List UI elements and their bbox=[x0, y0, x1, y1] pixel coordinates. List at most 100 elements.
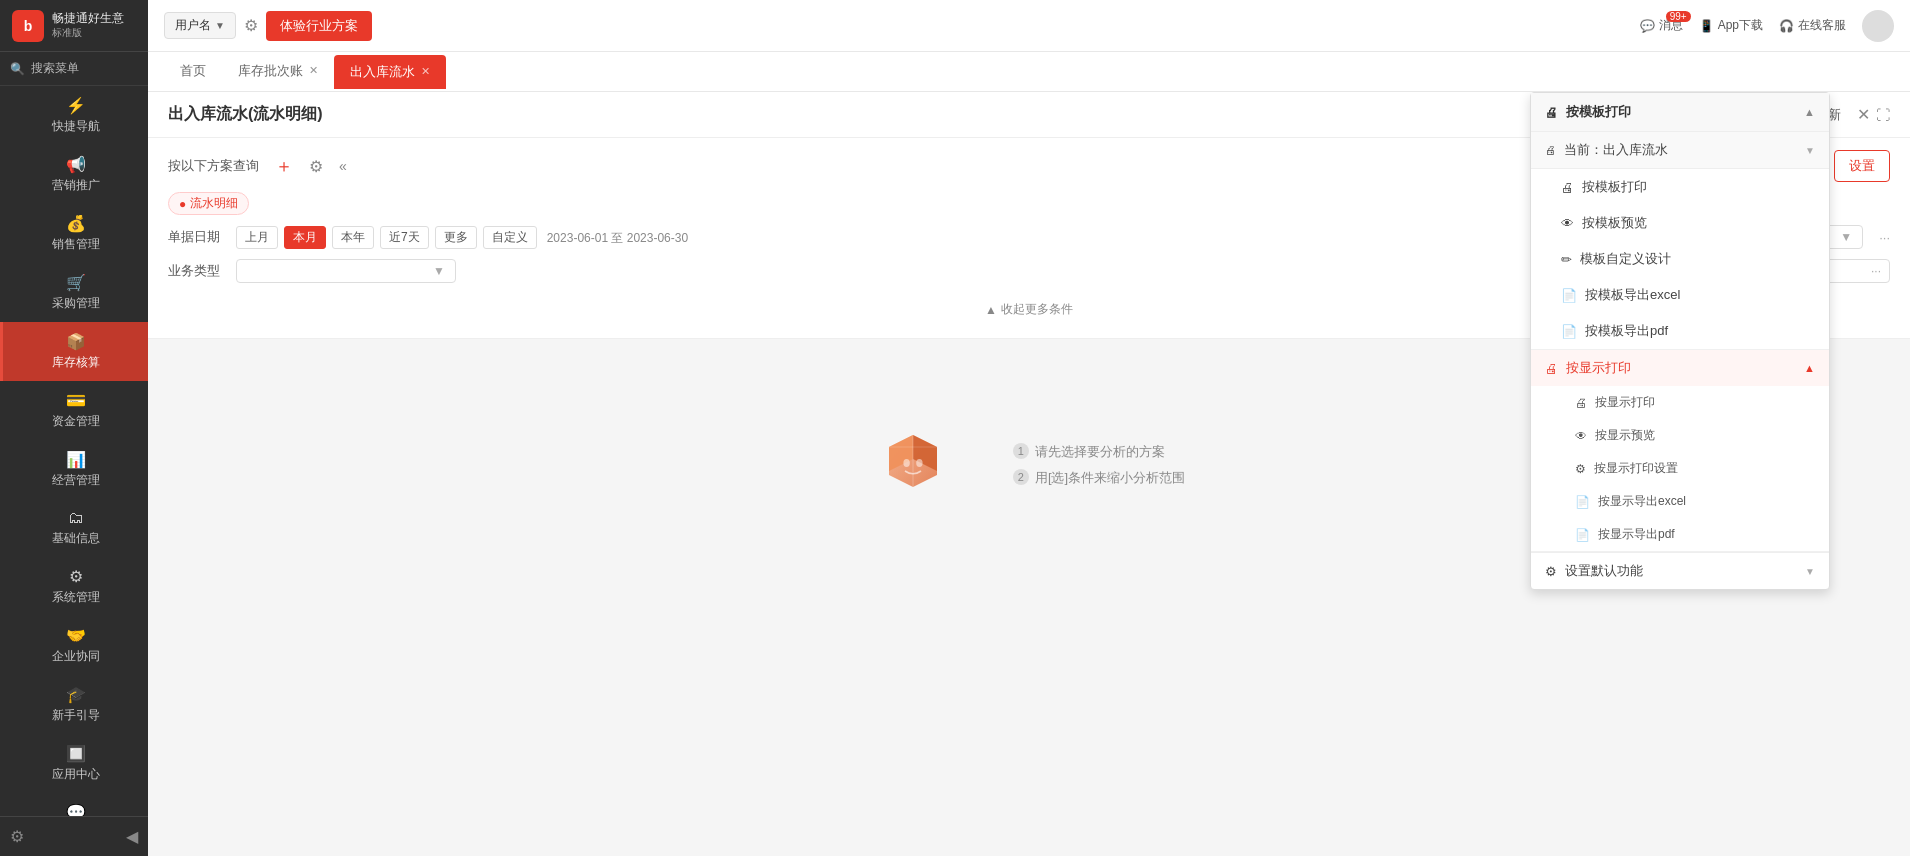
search-scheme-label: 按以下方案查询 bbox=[168, 157, 259, 175]
pdf-icon: 📄 bbox=[1561, 324, 1577, 339]
sidebar-item-system[interactable]: ⚙ 系统管理 bbox=[0, 557, 148, 616]
sidebar-item-marketing[interactable]: 📢 营销推广 bbox=[0, 145, 148, 204]
sidebar-search-area[interactable]: 🔍 搜索菜单 bbox=[0, 52, 148, 86]
template-pdf-item[interactable]: 📄 按模板导出pdf bbox=[1531, 313, 1829, 349]
display-preview-icon: 👁 bbox=[1575, 429, 1587, 443]
app-download-btn[interactable]: 📱 App下载 bbox=[1699, 17, 1763, 34]
current-template-item[interactable]: 🖨 当前：出入库流水 ▼ bbox=[1531, 132, 1829, 169]
page-title: 出入库流水(流水明细) bbox=[168, 104, 323, 125]
sidebar-item-label: 基础信息 bbox=[52, 530, 100, 547]
tip-num-2: 2 bbox=[1013, 469, 1029, 485]
sidebar-item-label: 营销推广 bbox=[52, 177, 100, 194]
filter-settings-icon[interactable]: ⚙ bbox=[309, 157, 323, 176]
filter-collapse-icon[interactable]: « bbox=[339, 158, 347, 174]
main-area: 用户名 ▼ ⚙ 体验行业方案 💬 消息 99+ 📱 App下载 🎧 在线客服 bbox=[148, 0, 1910, 856]
sidebar-item-inventory[interactable]: 📦 库存核算 bbox=[0, 322, 148, 381]
system-icon: ⚙ bbox=[69, 567, 83, 586]
sidebar-navigation: ⚡ 快捷导航 📢 营销推广 💰 销售管理 🛒 采购管理 📦 库存核算 💳 资金管… bbox=[0, 86, 148, 816]
sidebar-item-basic[interactable]: 🗂 基础信息 bbox=[0, 499, 148, 557]
tab-flow[interactable]: 出入库流水 ✕ bbox=[334, 55, 446, 89]
warehouse-more-icon[interactable]: ··· bbox=[1871, 264, 1881, 278]
date-btn-custom[interactable]: 自定义 bbox=[483, 226, 537, 249]
display-settings-item[interactable]: ⚙ 按显示打印设置 bbox=[1531, 452, 1829, 485]
tab-flow-close-icon[interactable]: ✕ bbox=[421, 65, 430, 78]
settings-default-icon: ⚙ bbox=[1545, 564, 1557, 579]
display-pdf-icon: 📄 bbox=[1575, 528, 1590, 542]
template-preview-label: 按模板预览 bbox=[1582, 214, 1647, 232]
display-print-item[interactable]: 🖨 按显示打印 bbox=[1531, 386, 1829, 419]
quick-nav-icon: ⚡ bbox=[66, 96, 86, 115]
sidebar-item-apps[interactable]: 🔲 应用中心 bbox=[0, 734, 148, 793]
display-preview-item[interactable]: 👁 按显示预览 bbox=[1531, 419, 1829, 452]
tag-circle-icon: ● bbox=[179, 197, 186, 211]
tab-home-label: 首页 bbox=[180, 62, 206, 80]
sidebar-item-operations[interactable]: 📊 经营管理 bbox=[0, 440, 148, 499]
date-btn-current-year[interactable]: 本年 bbox=[332, 226, 374, 249]
headset-icon: 🎧 bbox=[1779, 19, 1794, 33]
settings-gear-icon[interactable]: ⚙ bbox=[244, 16, 258, 35]
sidebar-item-collab[interactable]: 🤝 企业协同 bbox=[0, 616, 148, 675]
tab-home[interactable]: 首页 bbox=[164, 54, 222, 90]
sales-icon: 💰 bbox=[66, 214, 86, 233]
type-more-icon[interactable]: ··· bbox=[1879, 230, 1890, 245]
preview-icon: 👁 bbox=[1561, 216, 1574, 231]
messages-btn[interactable]: 💬 消息 99+ bbox=[1640, 17, 1683, 34]
date-btn-last-month[interactable]: 上月 bbox=[236, 226, 278, 249]
logo-icon: b bbox=[12, 10, 44, 42]
logo-area: b 畅捷通好生意 标准版 bbox=[0, 0, 148, 52]
date-btn-current-month[interactable]: 本月 bbox=[284, 226, 326, 249]
display-print-label: 按显示打印 bbox=[1595, 394, 1655, 411]
add-filter-icon[interactable]: ＋ bbox=[275, 154, 293, 178]
footer-collapse-icon[interactable]: ◀ bbox=[126, 827, 138, 846]
message-icon: 💬 bbox=[1640, 19, 1655, 33]
panel-close-btn[interactable]: ✕ bbox=[1857, 105, 1870, 124]
online-service-btn[interactable]: 🎧 在线客服 bbox=[1779, 17, 1846, 34]
dropdown-toggle-icon[interactable]: ▲ bbox=[1804, 106, 1815, 118]
user-avatar[interactable] bbox=[1862, 10, 1894, 42]
date-btn-more[interactable]: 更多 bbox=[435, 226, 477, 249]
dropdown-footer[interactable]: ⚙ 设置默认功能 ▼ bbox=[1531, 552, 1829, 589]
printer-icon: 🖨 bbox=[1561, 180, 1574, 195]
display-settings-icon: ⚙ bbox=[1575, 462, 1586, 476]
business-type-select[interactable]: ▼ bbox=[236, 259, 456, 283]
tab-flow-label: 出入库流水 bbox=[350, 63, 415, 81]
display-section-header[interactable]: 🖨 按显示打印 ▲ bbox=[1531, 350, 1829, 386]
sidebar-item-label: 资金管理 bbox=[52, 413, 100, 430]
filter-tag[interactable]: ● 流水明细 bbox=[168, 192, 249, 215]
sidebar-item-purchase[interactable]: 🛒 采购管理 bbox=[0, 263, 148, 322]
sidebar-item-quick-nav[interactable]: ⚡ 快捷导航 bbox=[0, 86, 148, 145]
marketing-icon: 📢 bbox=[66, 155, 86, 174]
tab-batch-label: 库存批次账 bbox=[238, 62, 303, 80]
date-btn-7days[interactable]: 近7天 bbox=[380, 226, 429, 249]
panel-expand-btn[interactable]: ⛶ bbox=[1876, 107, 1890, 123]
search-menu-btn[interactable]: 🔍 搜索菜单 bbox=[10, 60, 138, 77]
display-pdf-item[interactable]: 📄 按显示导出pdf bbox=[1531, 518, 1829, 551]
collapse-btn[interactable]: ▲ 收起更多条件 bbox=[985, 301, 1073, 318]
app-download-label: App下载 bbox=[1718, 17, 1763, 34]
sidebar-item-guide[interactable]: 🎓 新手引导 bbox=[0, 675, 148, 734]
template-custom-item[interactable]: ✏ 模板自定义设计 bbox=[1531, 241, 1829, 277]
user-selector[interactable]: 用户名 ▼ bbox=[164, 12, 236, 39]
wechat-icon: 💬 bbox=[66, 803, 86, 816]
setting-btn[interactable]: 设置 bbox=[1834, 150, 1890, 182]
apps-icon: 🔲 bbox=[66, 744, 86, 763]
footer-settings-icon[interactable]: ⚙ bbox=[10, 827, 24, 846]
template-print-item[interactable]: 🖨 按模板打印 bbox=[1531, 169, 1829, 205]
sidebar-item-wechat[interactable]: 💬 企业微信 bbox=[0, 793, 148, 816]
print-dropdown-panel: 🖨 按模板打印 ▲ 🖨 当前：出入库流水 ▼ 🖨 按模板打印 👁 按模板预览 bbox=[1530, 92, 1830, 590]
sidebar-item-label: 采购管理 bbox=[52, 295, 100, 312]
content-area: 出入库流水(流水明细) 🖨 按模板打印 ▲ 📤 导出 🔄 刷新 ✕ ⛶ bbox=[148, 92, 1910, 856]
sidebar-item-label: 系统管理 bbox=[52, 589, 100, 606]
inventory-icon: 📦 bbox=[66, 332, 86, 351]
template-preview-item[interactable]: 👁 按模板预览 bbox=[1531, 205, 1829, 241]
tab-batch[interactable]: 库存批次账 ✕ bbox=[222, 54, 334, 90]
tag-label: 流水明细 bbox=[190, 195, 238, 212]
sidebar-item-sales[interactable]: 💰 销售管理 bbox=[0, 204, 148, 263]
sidebar-item-finance[interactable]: 💳 资金管理 bbox=[0, 381, 148, 440]
sidebar-item-label: 应用中心 bbox=[52, 766, 100, 783]
template-excel-item[interactable]: 📄 按模板导出excel bbox=[1531, 277, 1829, 313]
tip-num-1: 1 bbox=[1013, 443, 1029, 459]
display-excel-item[interactable]: 📄 按显示导出excel bbox=[1531, 485, 1829, 518]
tab-batch-close-icon[interactable]: ✕ bbox=[309, 64, 318, 77]
industry-btn[interactable]: 体验行业方案 bbox=[266, 11, 372, 41]
